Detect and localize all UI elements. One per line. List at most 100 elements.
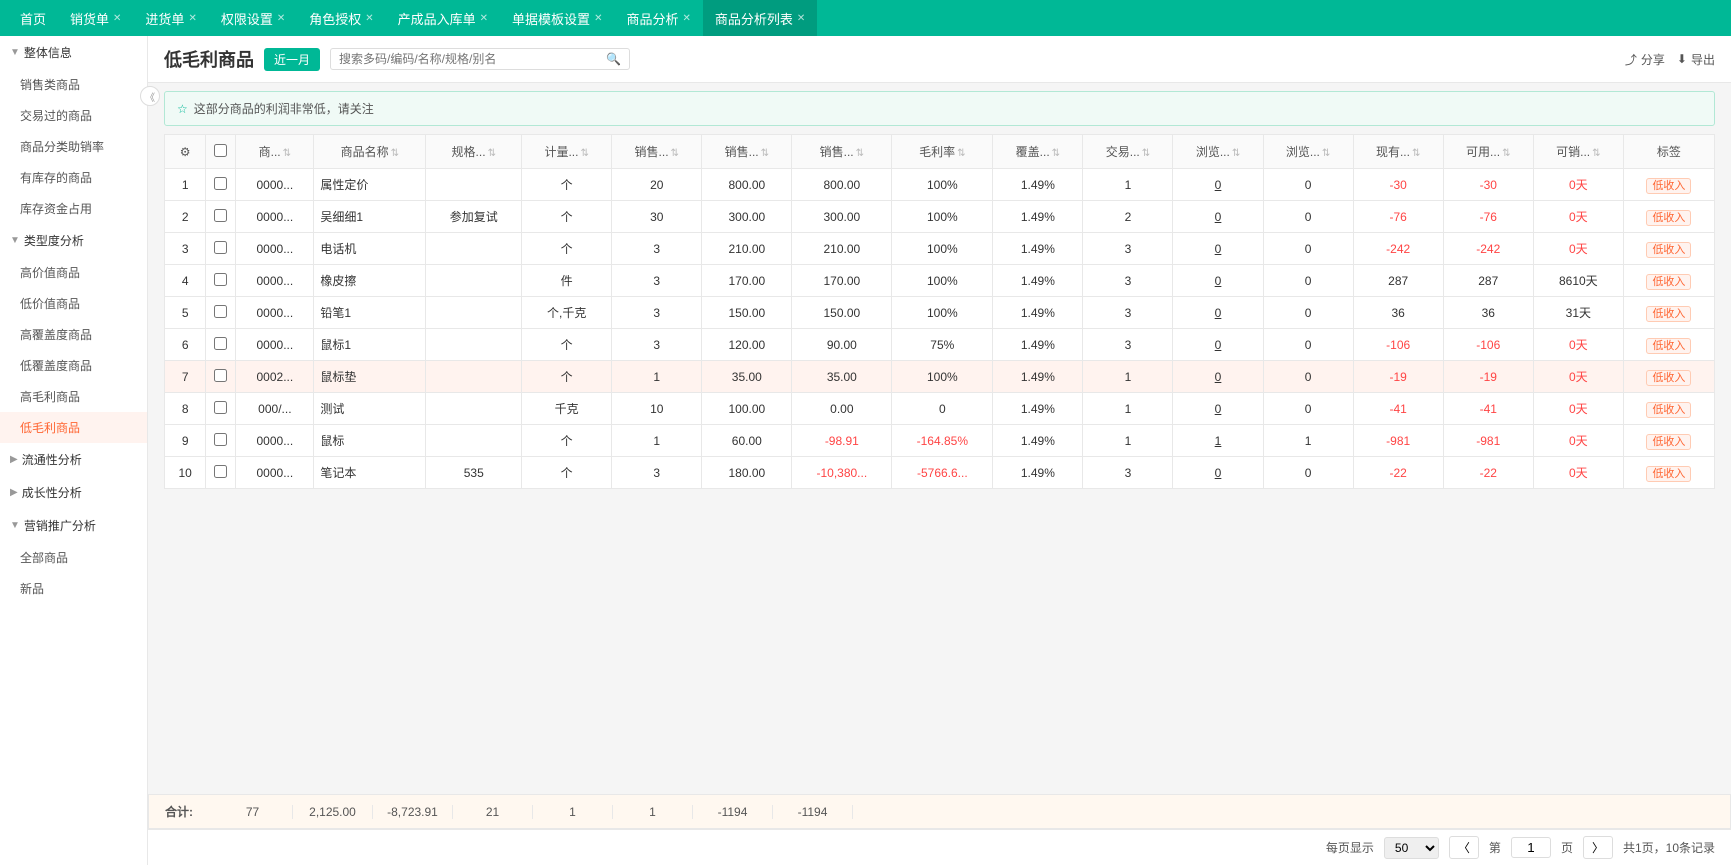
sidebar-item-low-margin[interactable]: 低毛利商品 <box>0 412 147 443</box>
sidebar-item-high-coverage[interactable]: 高覆盖度商品 <box>0 319 147 350</box>
browse1-link[interactable]: 0 <box>1215 306 1222 320</box>
row-checkbox[interactable] <box>214 337 227 350</box>
col-sales-qty[interactable]: 销售...⇅ <box>612 135 702 169</box>
nav-goods-analysis-list-close[interactable]: ✕ <box>797 13 805 24</box>
sidebar-item-low-coverage[interactable]: 低覆盖度商品 <box>0 350 147 381</box>
row-name[interactable]: 电话机 <box>314 233 426 265</box>
browse1-link[interactable]: 0 <box>1215 338 1222 352</box>
row-checkbox[interactable] <box>214 305 227 318</box>
nav-permissions[interactable]: 权限设置 ✕ <box>209 0 297 36</box>
page-size-select[interactable]: 50 100 200 <box>1384 837 1439 859</box>
col-spec[interactable]: 规格...⇅ <box>426 135 522 169</box>
col-saleable[interactable]: 可销...⇅ <box>1533 135 1623 169</box>
nav-permissions-close[interactable]: ✕ <box>277 13 285 24</box>
sidebar-group-flow-analysis[interactable]: ▶ 流通性分析 <box>0 443 147 476</box>
row-checkbox[interactable] <box>214 209 227 222</box>
nav-goods-analysis[interactable]: 商品分析 ✕ <box>614 0 702 36</box>
col-settings[interactable]: ⚙ <box>165 135 206 169</box>
row-checkbox-cell[interactable] <box>206 297 236 329</box>
sidebar-item-new-goods[interactable]: 新品 <box>0 573 147 604</box>
browse1-link[interactable]: 0 <box>1215 178 1222 192</box>
sidebar-item-low-value[interactable]: 低价值商品 <box>0 288 147 319</box>
row-checkbox-cell[interactable] <box>206 457 236 489</box>
row-checkbox-cell[interactable] <box>206 201 236 233</box>
sidebar-collapse-button[interactable]: 《 <box>140 86 160 106</box>
sidebar-item-stocked-goods[interactable]: 有库存的商品 <box>0 162 147 193</box>
search-input[interactable] <box>339 52 606 66</box>
row-browse1[interactable]: 0 <box>1173 457 1263 489</box>
share-button[interactable]: ⤴ 分享 <box>1625 51 1665 68</box>
row-browse1[interactable]: 0 <box>1173 297 1263 329</box>
prev-page-button[interactable]: 〈 <box>1449 836 1479 859</box>
sidebar-group-marketing[interactable]: ▼ 营销推广分析 <box>0 509 147 542</box>
row-checkbox[interactable] <box>214 369 227 382</box>
row-name[interactable]: 铅笔1 <box>314 297 426 329</box>
sidebar-item-high-margin[interactable]: 高毛利商品 <box>0 381 147 412</box>
browse1-link[interactable]: 0 <box>1215 466 1222 480</box>
col-browse1[interactable]: 浏览...⇅ <box>1173 135 1263 169</box>
sidebar-item-category-rate[interactable]: 商品分类助销率 <box>0 131 147 162</box>
col-sales-amount[interactable]: 销售...⇅ <box>792 135 892 169</box>
nav-products-in[interactable]: 产成品入库单 ✕ <box>386 0 500 36</box>
nav-products-in-close[interactable]: ✕ <box>480 13 488 24</box>
sidebar-group-overview[interactable]: ▼ 整体信息 <box>0 36 147 69</box>
browse1-link[interactable]: 0 <box>1215 402 1222 416</box>
row-name[interactable]: 笔记本 <box>314 457 426 489</box>
nav-goods-analysis-close[interactable]: ✕ <box>682 13 690 24</box>
sidebar-item-high-value[interactable]: 高价值商品 <box>0 257 147 288</box>
col-sales-price[interactable]: 销售...⇅ <box>702 135 792 169</box>
row-name[interactable]: 测试 <box>314 393 426 425</box>
row-checkbox-cell[interactable] <box>206 169 236 201</box>
nav-sales-close[interactable]: ✕ <box>113 13 121 24</box>
col-cover-rate[interactable]: 覆盖...⇅ <box>993 135 1083 169</box>
browse1-link[interactable]: 0 <box>1215 242 1222 256</box>
row-browse1[interactable]: 0 <box>1173 233 1263 265</box>
row-checkbox[interactable] <box>214 465 227 478</box>
nav-purchase[interactable]: 进货单 ✕ <box>133 0 208 36</box>
row-checkbox[interactable] <box>214 401 227 414</box>
row-browse1[interactable]: 0 <box>1173 265 1263 297</box>
browse1-link[interactable]: 0 <box>1215 274 1222 288</box>
sidebar-item-inventory-capital[interactable]: 库存资金占用 <box>0 193 147 224</box>
row-browse1[interactable]: 0 <box>1173 329 1263 361</box>
browse1-link[interactable]: 1 <box>1215 434 1222 448</box>
nav-template[interactable]: 单据模板设置 ✕ <box>500 0 614 36</box>
col-trade[interactable]: 交易...⇅ <box>1083 135 1173 169</box>
row-browse1[interactable]: 0 <box>1173 201 1263 233</box>
col-name[interactable]: 商品名称⇅ <box>314 135 426 169</box>
sidebar-group-growth-analysis[interactable]: ▶ 成长性分析 <box>0 476 147 509</box>
row-checkbox[interactable] <box>214 433 227 446</box>
nav-roles[interactable]: 角色授权 ✕ <box>297 0 385 36</box>
sidebar-item-all-goods[interactable]: 全部商品 <box>0 542 147 573</box>
row-name[interactable]: 橡皮擦 <box>314 265 426 297</box>
row-name[interactable]: 鼠标 <box>314 425 426 457</box>
browse1-link[interactable]: 0 <box>1215 370 1222 384</box>
row-checkbox-cell[interactable] <box>206 329 236 361</box>
page-input[interactable] <box>1511 837 1551 858</box>
select-all-checkbox[interactable] <box>214 144 227 157</box>
row-checkbox-cell[interactable] <box>206 233 236 265</box>
row-browse1[interactable]: 0 <box>1173 169 1263 201</box>
row-name[interactable]: 鼠标垫 <box>314 361 426 393</box>
row-checkbox[interactable] <box>214 241 227 254</box>
col-current-stock[interactable]: 现有...⇅ <box>1353 135 1443 169</box>
search-icon[interactable]: 🔍 <box>606 52 621 66</box>
row-browse1[interactable]: 0 <box>1173 361 1263 393</box>
row-checkbox-cell[interactable] <box>206 265 236 297</box>
row-checkbox-cell[interactable] <box>206 393 236 425</box>
col-unit[interactable]: 计量...⇅ <box>522 135 612 169</box>
col-code[interactable]: 商...⇅ <box>236 135 314 169</box>
export-button[interactable]: ⬇ 导出 <box>1677 51 1715 68</box>
nav-goods-analysis-list[interactable]: 商品分析列表 ✕ <box>703 0 817 36</box>
filter-recent-month-button[interactable]: 近一月 <box>264 48 320 71</box>
row-name[interactable]: 吴细细1 <box>314 201 426 233</box>
nav-sales[interactable]: 销货单 ✕ <box>58 0 133 36</box>
col-tag[interactable]: 标签 <box>1623 135 1714 169</box>
nav-roles-close[interactable]: ✕ <box>365 13 373 24</box>
row-browse1[interactable]: 0 <box>1173 393 1263 425</box>
nav-home[interactable]: 首页 <box>8 0 58 36</box>
row-checkbox[interactable] <box>214 273 227 286</box>
col-gross-rate[interactable]: 毛利率⇅ <box>892 135 993 169</box>
row-browse1[interactable]: 1 <box>1173 425 1263 457</box>
nav-template-close[interactable]: ✕ <box>594 13 602 24</box>
